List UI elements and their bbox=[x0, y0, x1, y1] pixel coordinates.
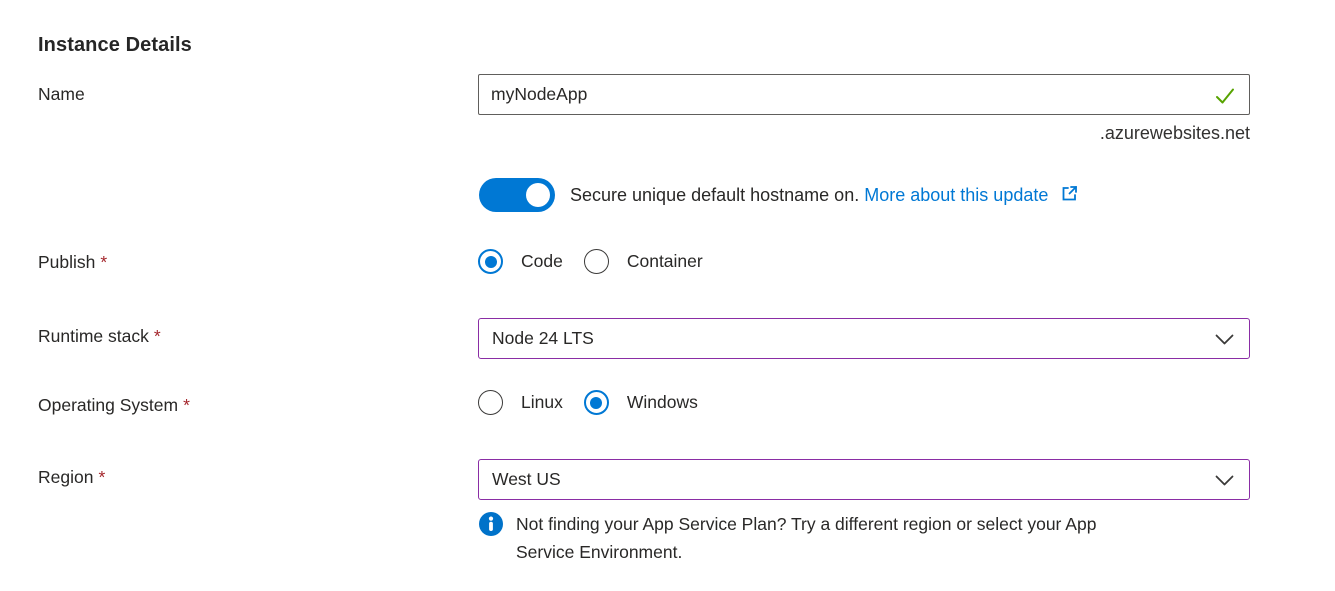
radio-selected-icon[interactable] bbox=[478, 249, 503, 274]
external-link-icon bbox=[1060, 184, 1079, 208]
toggle-label-text: Secure unique default hostname on. bbox=[570, 185, 859, 205]
more-about-update-link[interactable]: More about this update bbox=[864, 185, 1048, 205]
runtime-stack-label: Runtime stack* bbox=[38, 326, 161, 347]
publish-option-code[interactable]: Code bbox=[478, 249, 563, 274]
os-option-linux[interactable]: Linux bbox=[478, 390, 563, 415]
name-input-wrapper bbox=[478, 74, 1250, 115]
chevron-down-icon bbox=[1215, 474, 1234, 492]
radio-selected-icon[interactable] bbox=[584, 390, 609, 415]
region-info-line1: Not finding your App Service Plan? Try a… bbox=[516, 510, 1240, 538]
publish-radio-group: Code Container bbox=[478, 249, 724, 274]
publish-option-container[interactable]: Container bbox=[584, 249, 703, 274]
secure-hostname-text: Secure unique default hostname on. More … bbox=[570, 184, 1079, 208]
info-icon bbox=[479, 512, 503, 536]
os-option-windows[interactable]: Windows bbox=[584, 390, 698, 415]
hostname-suffix: .azurewebsites.net bbox=[1100, 123, 1250, 144]
valid-check-icon bbox=[1213, 84, 1237, 108]
region-label: Region* bbox=[38, 467, 105, 488]
radio-unselected-icon[interactable] bbox=[584, 249, 609, 274]
name-input[interactable] bbox=[479, 75, 1249, 114]
runtime-stack-dropdown[interactable]: Node 24 LTS bbox=[478, 318, 1250, 359]
publish-container-label[interactable]: Container bbox=[627, 251, 703, 272]
radio-unselected-icon[interactable] bbox=[478, 390, 503, 415]
name-label: Name bbox=[38, 84, 85, 105]
chevron-down-icon bbox=[1215, 333, 1234, 351]
operating-system-radio-group: Linux Windows bbox=[478, 390, 719, 415]
operating-system-label: Operating System* bbox=[38, 395, 190, 416]
publish-required-marker: * bbox=[100, 252, 107, 272]
section-title: Instance Details bbox=[38, 34, 192, 57]
secure-hostname-toggle[interactable] bbox=[479, 178, 555, 212]
os-windows-label[interactable]: Windows bbox=[627, 392, 698, 413]
region-value: West US bbox=[479, 469, 561, 490]
operating-system-label-text: Operating System bbox=[38, 395, 178, 415]
publish-code-label[interactable]: Code bbox=[521, 251, 563, 272]
region-info-line2: Service Environment. bbox=[516, 538, 1240, 566]
publish-label: Publish* bbox=[38, 252, 107, 273]
os-linux-label[interactable]: Linux bbox=[521, 392, 563, 413]
region-label-text: Region bbox=[38, 467, 93, 487]
publish-label-text: Publish bbox=[38, 252, 95, 272]
region-info-text: Not finding your App Service Plan? Try a… bbox=[516, 510, 1240, 566]
runtime-stack-value: Node 24 LTS bbox=[479, 328, 594, 349]
runtime-stack-label-text: Runtime stack bbox=[38, 326, 149, 346]
toggle-knob bbox=[526, 183, 550, 207]
region-dropdown[interactable]: West US bbox=[478, 459, 1250, 500]
region-required-marker: * bbox=[98, 467, 105, 487]
runtime-stack-required-marker: * bbox=[154, 326, 161, 346]
operating-system-required-marker: * bbox=[183, 395, 190, 415]
